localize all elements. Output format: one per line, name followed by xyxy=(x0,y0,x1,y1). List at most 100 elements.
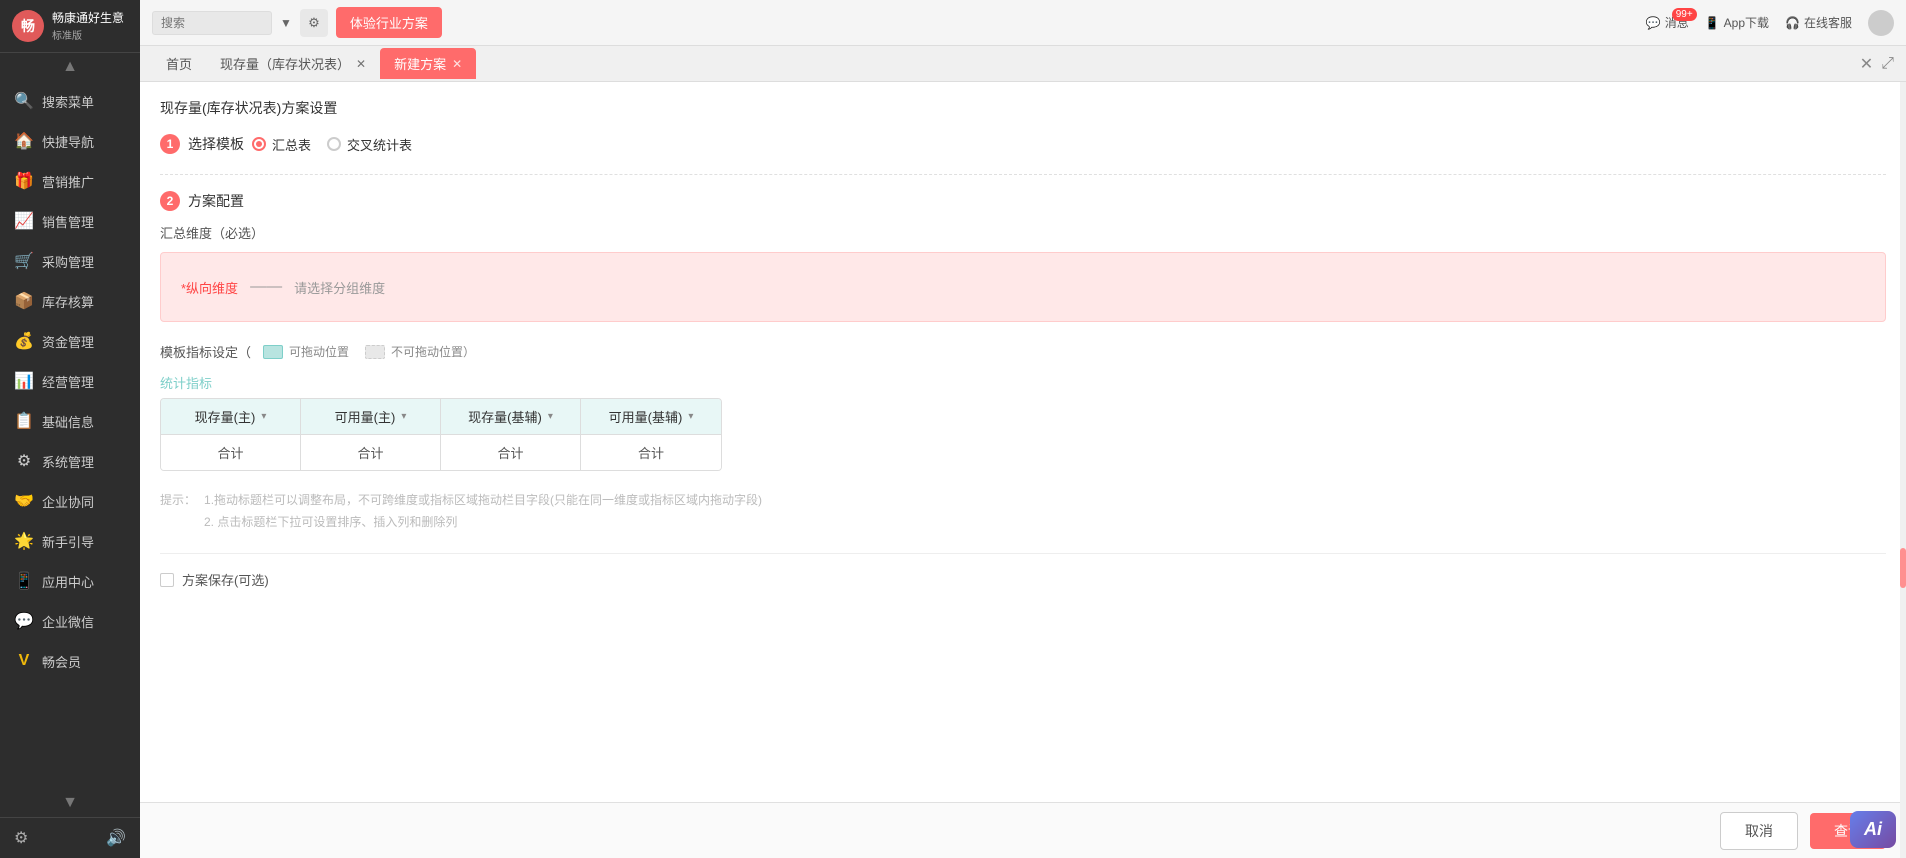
step1-header: 1 选择模板 汇总表 交叉统计表 xyxy=(160,134,1886,154)
right-scrollbar[interactable] xyxy=(1900,82,1906,858)
sidebar-item-basic[interactable]: 📋 基础信息 xyxy=(0,401,140,441)
stats-cell-1: 合计 xyxy=(161,434,301,470)
headset-icon: 🎧 xyxy=(1785,16,1800,30)
sidebar-item-label: 新手引导 xyxy=(42,532,94,551)
sidebar-item-operations[interactable]: 📊 经营管理 xyxy=(0,361,140,401)
step2-num: 2 xyxy=(160,191,180,211)
sidebar-scroll-up[interactable]: ▲ xyxy=(0,57,140,77)
tab-label: 首页 xyxy=(166,54,192,73)
main-area: ▼ ⚙ 体验行业方案 💬 消息 99+ 📱 App下载 🎧 在线客服 首页 xyxy=(140,0,1906,858)
bottom-bar: 取消 查询 xyxy=(140,802,1906,858)
sidebar-item-label: 企业微信 xyxy=(42,612,94,631)
sidebar-item-inventory[interactable]: 📦 库存核算 xyxy=(0,281,140,321)
messages-button[interactable]: 💬 消息 99+ xyxy=(1646,14,1689,31)
sidebar-item-label: 应用中心 xyxy=(42,572,94,591)
section-divider-1 xyxy=(160,174,1886,175)
tab-inventory-status[interactable]: 现存量（库存状况表） ✕ xyxy=(206,48,380,79)
user-avatar[interactable] xyxy=(1868,10,1894,36)
save-checkbox[interactable] xyxy=(160,573,174,587)
cancel-button[interactable]: 取消 xyxy=(1720,812,1798,850)
stats-col-1-header[interactable]: 现存量(主) ▾ xyxy=(161,399,301,434)
radio-cross[interactable]: 交叉统计表 xyxy=(327,135,412,154)
draggable-legend-item: 可拖动位置 xyxy=(263,343,349,360)
stats-body-row: 合计 合计 合计 合计 xyxy=(161,434,721,470)
non-draggable-legend-label: 不可拖动位置） xyxy=(391,343,475,360)
sidebar-item-purchase[interactable]: 🛒 采购管理 xyxy=(0,241,140,281)
non-draggable-legend-item: 不可拖动位置） xyxy=(365,343,475,360)
online-service-button[interactable]: 🎧 在线客服 xyxy=(1785,14,1852,31)
tip-text-2: 2. 点击标题栏下拉可设置排序、插入列和删除列 xyxy=(168,512,457,534)
tab-close-active-icon[interactable]: ✕ xyxy=(452,58,462,70)
sidebar-item-coop[interactable]: 🤝 企业协同 xyxy=(0,481,140,521)
step2-header: 2 方案配置 xyxy=(160,191,1886,211)
tab-close-icon[interactable]: ✕ xyxy=(356,58,366,70)
radio-cross-circle xyxy=(327,137,341,151)
stats-col-2-label: 可用量(主) xyxy=(335,407,396,426)
settings-icon[interactable]: ⚙ xyxy=(14,828,28,848)
radio-summary[interactable]: 汇总表 xyxy=(252,135,311,154)
sidebar-item-label: 资金管理 xyxy=(42,332,94,351)
tip-1: 提示： 1.拖动标题栏可以调整布局，不可跨维度或指标区域拖动栏目字段(只能在同一… xyxy=(160,490,1886,512)
finance-icon: 💰 xyxy=(14,331,34,351)
step2-label: 方案配置 xyxy=(188,191,244,211)
sidebar-item-finance[interactable]: 💰 资金管理 xyxy=(0,321,140,361)
sidebar-item-label: 系统管理 xyxy=(42,452,94,471)
stats-cell-3: 合计 xyxy=(441,434,581,470)
sidebar-item-membership[interactable]: V 畅会员 xyxy=(0,641,140,681)
tab-label: 新建方案 xyxy=(394,54,446,73)
basic-icon: 📋 xyxy=(14,411,34,431)
topbar-dropdown[interactable]: ▼ xyxy=(280,16,292,30)
sidebar-item-label: 库存核算 xyxy=(42,292,94,311)
step1-section: 1 选择模板 汇总表 交叉统计表 xyxy=(160,134,1886,154)
online-service-label: 在线客服 xyxy=(1804,14,1852,31)
ai-badge[interactable]: Ai xyxy=(1850,811,1896,848)
sidebar-item-newbie[interactable]: 🌟 新手引导 xyxy=(0,521,140,561)
content-area: 现存量(库存状况表)方案设置 1 选择模板 汇总表 交叉统计表 xyxy=(140,82,1906,802)
sidebar-item-search[interactable]: 🔍 搜索菜单 xyxy=(0,81,140,121)
step1-num: 1 xyxy=(160,134,180,154)
sidebar-item-sales[interactable]: 📈 销售管理 xyxy=(0,201,140,241)
sidebar-item-system[interactable]: ⚙ 系统管理 xyxy=(0,441,140,481)
topbar-search-input[interactable] xyxy=(152,11,272,35)
trial-industry-button[interactable]: 体验行业方案 xyxy=(336,7,442,38)
sidebar-item-label: 经营管理 xyxy=(42,372,94,391)
close-window-icon[interactable]: ✕ xyxy=(1860,54,1873,74)
stats-col-4-header[interactable]: 可用量(基辅) ▾ xyxy=(581,399,721,434)
sidebar-item-marketing[interactable]: 🎁 营销推广 xyxy=(0,161,140,201)
stats-cell-2: 合计 xyxy=(301,434,441,470)
stats-col-3-label: 现存量(基辅) xyxy=(468,407,542,426)
chevron-down-icon-3: ▾ xyxy=(548,411,553,422)
message-badge: 99+ xyxy=(1672,8,1697,21)
tabbar: 首页 现存量（库存状况表） ✕ 新建方案 ✕ ✕ ⤢ xyxy=(140,46,1906,82)
sidebar-item-label: 畅会员 xyxy=(42,652,81,671)
operations-icon: 📊 xyxy=(14,371,34,391)
topbar-right: 💬 消息 99+ 📱 App下载 🎧 在线客服 xyxy=(1646,10,1894,36)
draggable-legend-box xyxy=(263,345,283,359)
wechat-icon: 💬 xyxy=(14,611,34,631)
phone-icon: 📱 xyxy=(1705,16,1720,30)
appstore-icon: 📱 xyxy=(14,571,34,591)
chevron-down-icon-4: ▾ xyxy=(688,411,693,422)
tab-home[interactable]: 首页 xyxy=(152,48,206,79)
sidebar: 畅 畅康通好生意 标准版 ▲ 🔍 搜索菜单 🏠 快捷导航 🎁 营销推广 📈 销售… xyxy=(0,0,140,858)
gear-icon: ⚙ xyxy=(308,15,320,31)
stats-col-2-header[interactable]: 可用量(主) ▾ xyxy=(301,399,441,434)
expand-window-icon[interactable]: ⤢ xyxy=(1881,55,1894,73)
stats-col-3-header[interactable]: 现存量(基辅) ▾ xyxy=(441,399,581,434)
sidebar-item-shortcut[interactable]: 🏠 快捷导航 xyxy=(0,121,140,161)
app-download-button[interactable]: 📱 App下载 xyxy=(1705,14,1769,31)
save-label: 方案保存(可选) xyxy=(182,570,269,589)
tab-new-plan[interactable]: 新建方案 ✕ xyxy=(380,48,476,79)
stats-header-row: 现存量(主) ▾ 可用量(主) ▾ 现存量(基辅) ▾ xyxy=(161,399,721,434)
sidebar-item-appstore[interactable]: 📱 应用中心 xyxy=(0,561,140,601)
non-draggable-legend-box xyxy=(365,345,385,359)
draggable-legend-label: 可拖动位置 xyxy=(289,343,349,360)
tip-2: 2. 点击标题栏下拉可设置排序、插入列和删除列 xyxy=(160,512,1886,534)
page-title: 现存量(库存状况表)方案设置 xyxy=(160,98,1886,118)
inventory-icon: 📦 xyxy=(14,291,34,311)
topbar-gear-btn[interactable]: ⚙ xyxy=(300,9,328,37)
audio-icon[interactable]: 🔊 xyxy=(106,828,126,848)
sidebar-scroll-down[interactable]: ▼ xyxy=(0,793,140,813)
dimension-config-box: *纵向维度 —— 请选择分组维度 xyxy=(160,252,1886,322)
sidebar-item-wechat[interactable]: 💬 企业微信 xyxy=(0,601,140,641)
